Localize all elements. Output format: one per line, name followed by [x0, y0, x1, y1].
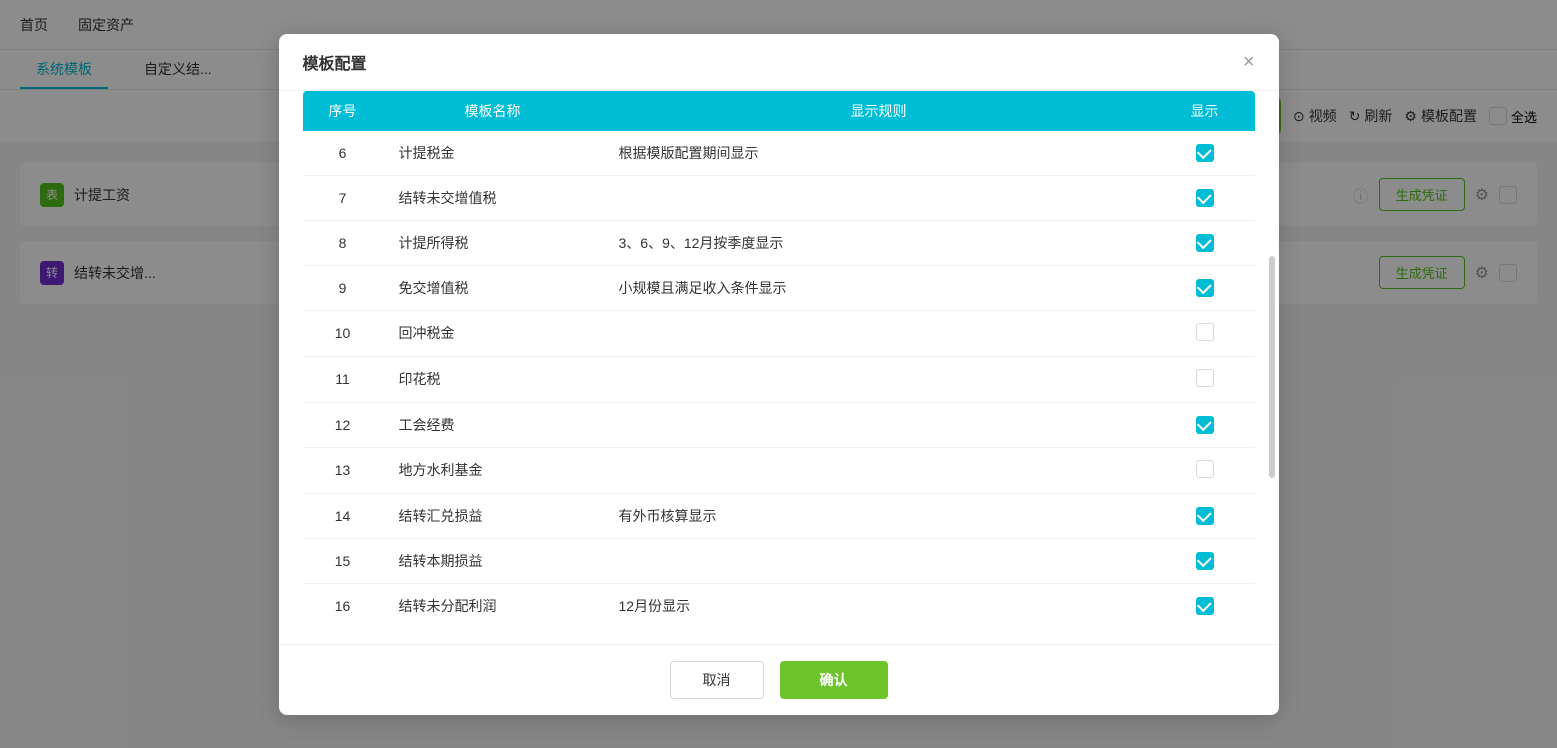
- table-row: 10回冲税金: [303, 310, 1255, 356]
- table-row: 12工会经费: [303, 402, 1255, 447]
- row-checkbox-8[interactable]: [1196, 234, 1214, 252]
- row-checkbox-9[interactable]: [1196, 279, 1214, 297]
- modal-title: 模板配置: [303, 50, 367, 74]
- row-rule: [603, 310, 1155, 356]
- row-display: [1155, 220, 1255, 265]
- row-id: 6: [303, 131, 383, 176]
- row-id: 9: [303, 265, 383, 310]
- row-display: [1155, 175, 1255, 220]
- row-name: 结转本期损益: [383, 538, 603, 583]
- col-header-display: 显示: [1155, 91, 1255, 131]
- row-display: [1155, 310, 1255, 356]
- table-row: 6计提税金根据模版配置期间显示: [303, 131, 1255, 176]
- row-checkbox-10[interactable]: [1196, 323, 1214, 341]
- confirm-button[interactable]: 确认: [780, 661, 888, 699]
- row-id: 16: [303, 583, 383, 628]
- modal-header: 模板配置 ×: [279, 34, 1279, 91]
- table-row: 13地方水利基金: [303, 447, 1255, 493]
- row-rule: 3、6、9、12月按季度显示: [603, 220, 1155, 265]
- row-id: 10: [303, 310, 383, 356]
- row-name: 结转未交增值税: [383, 175, 603, 220]
- table-body: 6计提税金根据模版配置期间显示7结转未交增值税8计提所得税3、6、9、12月按季…: [303, 131, 1255, 628]
- row-rule: [603, 402, 1155, 447]
- row-id: 13: [303, 447, 383, 493]
- table-row: 11印花税: [303, 356, 1255, 402]
- config-table: 序号 模板名称 显示规则 显示 6计提税金根据模版配置期间显示7结转未交增值税8…: [303, 91, 1255, 628]
- table-row: 8计提所得税3、6、9、12月按季度显示: [303, 220, 1255, 265]
- row-rule: 小规模且满足收入条件显示: [603, 265, 1155, 310]
- table-row: 16结转未分配利润12月份显示: [303, 583, 1255, 628]
- modal-close-button[interactable]: ×: [1243, 52, 1255, 72]
- row-checkbox-11[interactable]: [1196, 369, 1214, 387]
- row-checkbox-13[interactable]: [1196, 460, 1214, 478]
- col-header-rule: 显示规则: [603, 91, 1155, 131]
- row-rule: [603, 538, 1155, 583]
- row-name: 免交增值税: [383, 265, 603, 310]
- row-name: 工会经费: [383, 402, 603, 447]
- modal-overlay: 模板配置 × 序号 模板名称 显示规则 显示 6计提税金根据模版配置期间显示7结…: [0, 0, 1557, 748]
- row-name: 计提税金: [383, 131, 603, 176]
- row-id: 7: [303, 175, 383, 220]
- row-rule: [603, 447, 1155, 493]
- row-name: 印花税: [383, 356, 603, 402]
- table-row: 9免交增值税小规模且满足收入条件显示: [303, 265, 1255, 310]
- scrollbar[interactable]: [1269, 256, 1275, 477]
- row-rule: [603, 356, 1155, 402]
- row-id: 15: [303, 538, 383, 583]
- row-id: 8: [303, 220, 383, 265]
- row-display: [1155, 493, 1255, 538]
- row-display: [1155, 402, 1255, 447]
- row-rule: 根据模版配置期间显示: [603, 131, 1155, 176]
- row-name: 计提所得税: [383, 220, 603, 265]
- table-row: 15结转本期损益: [303, 538, 1255, 583]
- row-display: [1155, 447, 1255, 493]
- row-id: 11: [303, 356, 383, 402]
- row-name: 地方水利基金: [383, 447, 603, 493]
- modal-body: 序号 模板名称 显示规则 显示 6计提税金根据模版配置期间显示7结转未交增值税8…: [279, 91, 1279, 644]
- row-checkbox-7[interactable]: [1196, 189, 1214, 207]
- row-display: [1155, 583, 1255, 628]
- row-checkbox-16[interactable]: [1196, 597, 1214, 615]
- row-checkbox-6[interactable]: [1196, 144, 1214, 162]
- row-checkbox-15[interactable]: [1196, 552, 1214, 570]
- row-name: 结转未分配利润: [383, 583, 603, 628]
- row-name: 结转汇兑损益: [383, 493, 603, 538]
- row-display: [1155, 131, 1255, 176]
- row-rule: 12月份显示: [603, 583, 1155, 628]
- row-rule: [603, 175, 1155, 220]
- row-display: [1155, 265, 1255, 310]
- row-id: 14: [303, 493, 383, 538]
- row-checkbox-12[interactable]: [1196, 416, 1214, 434]
- row-rule: 有外币核算显示: [603, 493, 1155, 538]
- modal-template-config: 模板配置 × 序号 模板名称 显示规则 显示 6计提税金根据模版配置期间显示7结…: [279, 34, 1279, 715]
- col-header-name: 模板名称: [383, 91, 603, 131]
- row-checkbox-14[interactable]: [1196, 507, 1214, 525]
- modal-footer: 取消 确认: [279, 644, 1279, 715]
- table-row: 14结转汇兑损益有外币核算显示: [303, 493, 1255, 538]
- row-name: 回冲税金: [383, 310, 603, 356]
- row-display: [1155, 538, 1255, 583]
- table-header: 序号 模板名称 显示规则 显示: [303, 91, 1255, 131]
- row-id: 12: [303, 402, 383, 447]
- table-row: 7结转未交增值税: [303, 175, 1255, 220]
- col-header-id: 序号: [303, 91, 383, 131]
- row-display: [1155, 356, 1255, 402]
- cancel-button[interactable]: 取消: [670, 661, 764, 699]
